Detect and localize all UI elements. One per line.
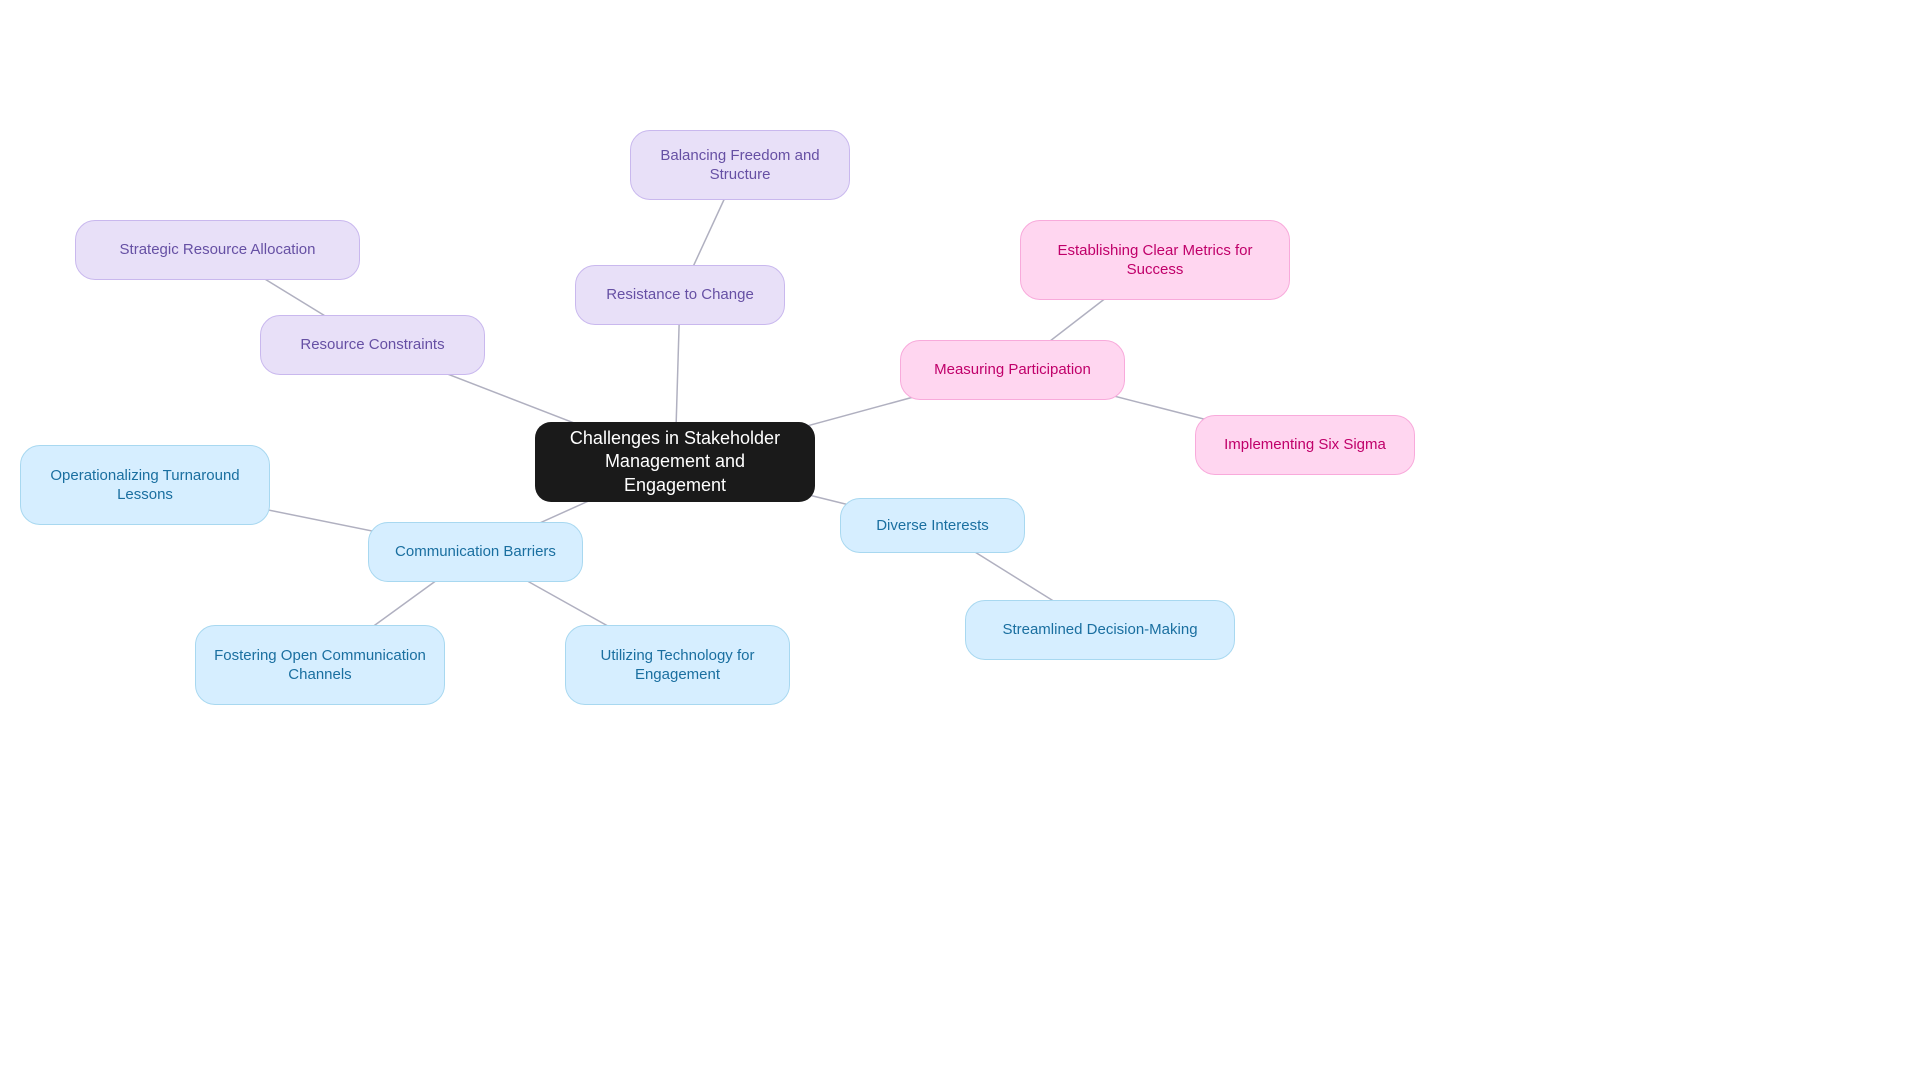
communication-node: Communication Barriers [368, 522, 583, 582]
operationalizing-node: Operationalizing Turnaround Lessons [20, 445, 270, 525]
establishing-node: Establishing Clear Metrics for Success [1020, 220, 1290, 300]
streamlined-node: Streamlined Decision-Making [965, 600, 1235, 660]
measuring-node: Measuring Participation [900, 340, 1125, 400]
resource-node: Resource Constraints [260, 315, 485, 375]
resistance-node: Resistance to Change [575, 265, 785, 325]
implementing-node: Implementing Six Sigma [1195, 415, 1415, 475]
utilizing-node: Utilizing Technology for Engagement [565, 625, 790, 705]
diverse-node: Diverse Interests [840, 498, 1025, 553]
center-node: Challenges in Stakeholder Management and… [535, 422, 815, 502]
strategic-node: Strategic Resource Allocation [75, 220, 360, 280]
fostering-node: Fostering Open Communication Channels [195, 625, 445, 705]
balancing-node: Balancing Freedom and Structure [630, 130, 850, 200]
